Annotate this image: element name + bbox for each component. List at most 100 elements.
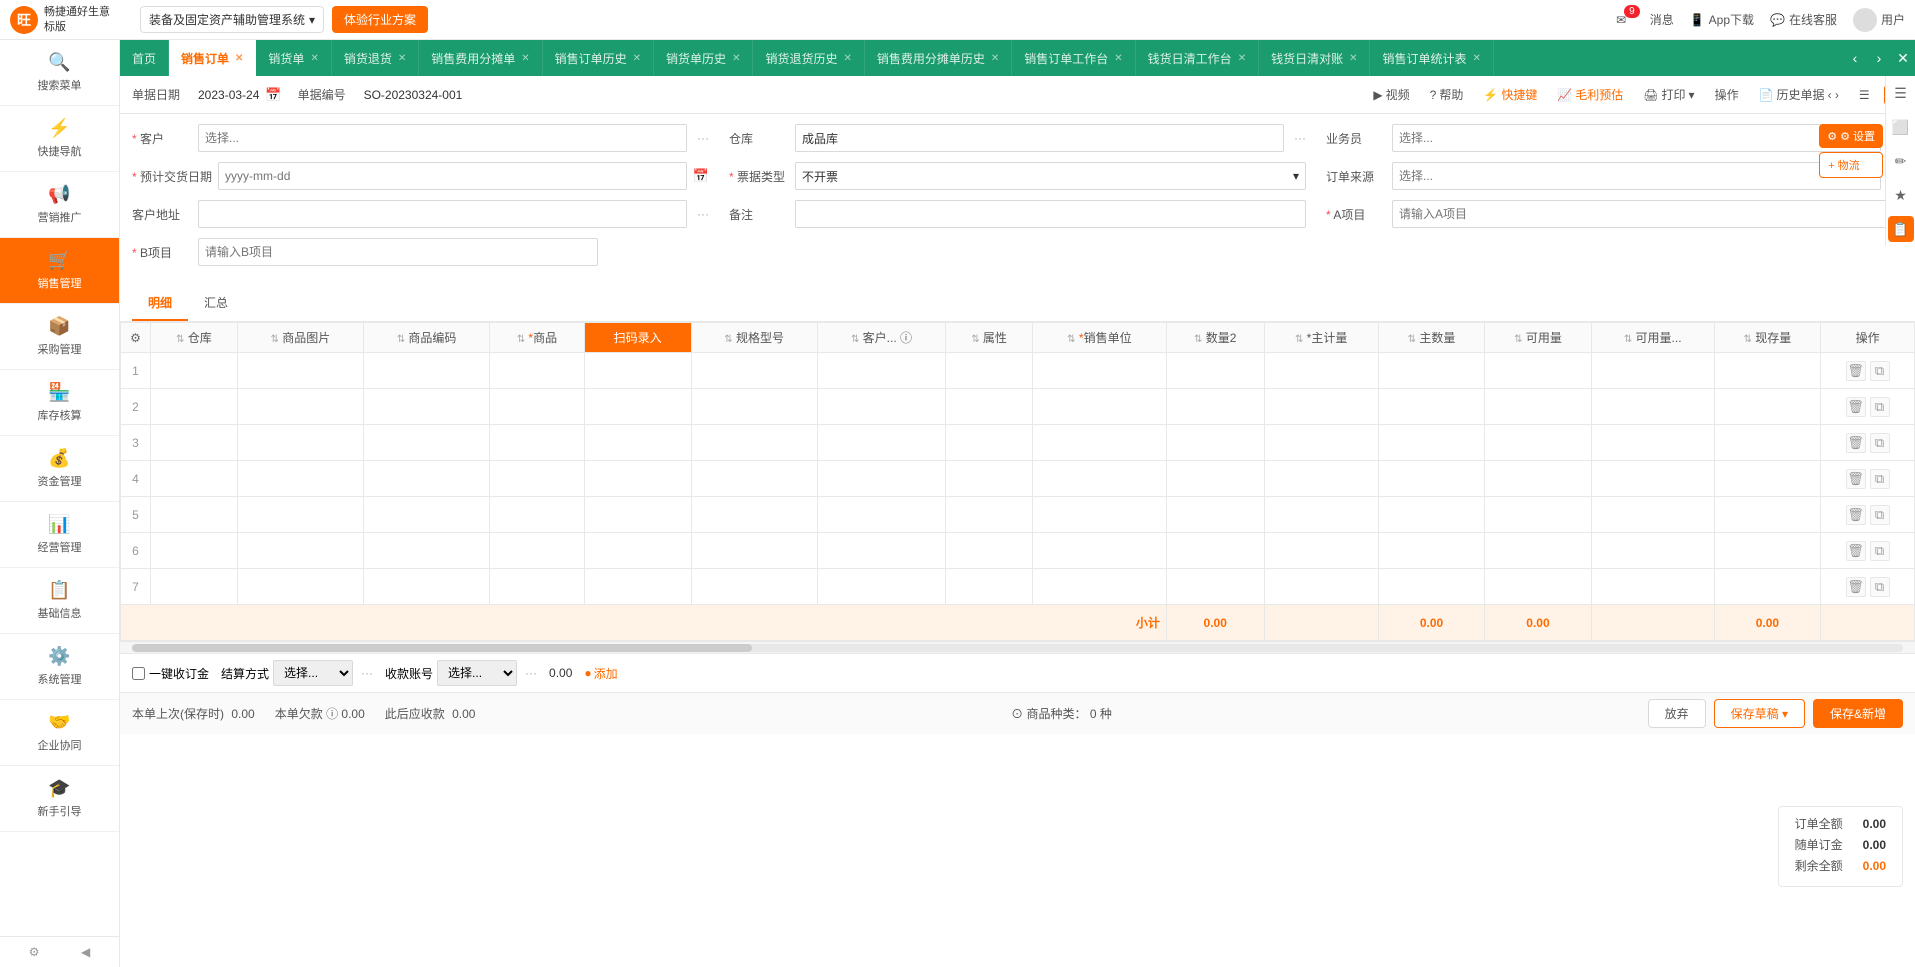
tab-order-stats[interactable]: 销售订单统计表 ✕ [1370, 40, 1493, 76]
table-cell[interactable] [1714, 533, 1820, 569]
table-cell[interactable] [1378, 461, 1484, 497]
table-cell[interactable] [1264, 425, 1378, 461]
sort-icon[interactable]: ⇅ [176, 334, 184, 345]
sidebar-collapse-icon[interactable]: ◀ [81, 945, 90, 959]
sidebar-item-purchase[interactable]: 📦 采购管理 [0, 304, 119, 370]
table-cell[interactable] [151, 353, 238, 389]
table-cell[interactable] [1264, 389, 1378, 425]
right-panel-btn-3[interactable]: ✏ [1888, 148, 1914, 174]
table-cell[interactable] [490, 353, 584, 389]
sidebar-item-enterprise[interactable]: 🤝 企业协同 [0, 700, 119, 766]
warehouse-select[interactable]: 成品库 [795, 124, 1284, 152]
table-cell[interactable] [1166, 569, 1264, 605]
table-cell[interactable] [691, 461, 817, 497]
add-goods-btn[interactable]: + 物流 [1819, 152, 1883, 178]
delete-row-btn[interactable]: 🗑 [1846, 577, 1866, 597]
table-cell[interactable] [691, 353, 817, 389]
table-cell[interactable] [1166, 353, 1264, 389]
delivery-date-input[interactable] [218, 162, 687, 190]
table-cell[interactable] [490, 569, 584, 605]
table-cell[interactable] [363, 569, 489, 605]
delete-row-btn[interactable]: 🗑 [1846, 433, 1866, 453]
draft-btn[interactable]: 保存草稿 ▾ [1714, 699, 1805, 728]
table-cell[interactable] [1591, 461, 1714, 497]
table-cell[interactable] [691, 497, 817, 533]
table-cell[interactable] [584, 425, 691, 461]
table-cell[interactable] [946, 389, 1033, 425]
ticket-type-select[interactable]: 不开票 ▾ [795, 162, 1306, 190]
table-cell[interactable] [1032, 389, 1166, 425]
table-cell[interactable] [691, 389, 817, 425]
sort-icon[interactable]: ⇅ [1514, 334, 1522, 345]
settings-btn[interactable]: ⚙ ⚙ 设置 [1819, 124, 1883, 148]
table-cell[interactable] [363, 353, 489, 389]
table-cell[interactable] [1378, 497, 1484, 533]
shortcut-btn[interactable]: ⚡ 快捷键 [1477, 84, 1543, 105]
tab-detail[interactable]: 明细 [132, 286, 188, 321]
industry-btn[interactable]: 体验行业方案 [332, 6, 428, 33]
table-cell[interactable] [584, 569, 691, 605]
table-cell[interactable] [1378, 533, 1484, 569]
table-cell[interactable] [946, 497, 1033, 533]
table-cell[interactable] [490, 533, 584, 569]
table-cell[interactable] [1485, 461, 1591, 497]
right-panel-btn-2[interactable]: ⬜ [1888, 114, 1914, 140]
table-cell[interactable] [691, 425, 817, 461]
one-click-checkbox[interactable]: 一键收订金 [132, 665, 209, 682]
nav-expand-arrow[interactable]: ✕ [1891, 40, 1915, 76]
sidebar-settings-icon[interactable]: ⚙ [29, 945, 40, 959]
tab-close-icon[interactable]: ✕ [1473, 53, 1481, 64]
staff-input[interactable] [1392, 124, 1881, 152]
sidebar-item-basic[interactable]: 📋 基础信息 [0, 568, 119, 634]
copy-row-btn[interactable]: ⧉ [1870, 433, 1890, 453]
table-cell[interactable] [691, 533, 817, 569]
sidebar-item-marketing[interactable]: 📢 营销推广 [0, 172, 119, 238]
table-cell[interactable] [1714, 497, 1820, 533]
col-gear[interactable]: ⚙ [121, 323, 151, 353]
sidebar-item-system[interactable]: ⚙️ 系统管理 [0, 634, 119, 700]
table-cell[interactable] [1591, 497, 1714, 533]
tab-expense-split[interactable]: 销售费用分摊单 ✕ [419, 40, 542, 76]
table-cell[interactable] [584, 461, 691, 497]
sort-icon[interactable]: ⇅ [517, 334, 525, 345]
view-btn[interactable]: ▶ 视频 [1367, 84, 1415, 105]
sidebar-item-sales[interactable]: 🛒 销售管理 [0, 238, 119, 304]
table-cell[interactable] [946, 533, 1033, 569]
table-cell[interactable] [1714, 461, 1820, 497]
delivery-calendar-icon[interactable]: 📅 [693, 168, 709, 184]
remarks-input[interactable] [795, 200, 1306, 228]
message-btn[interactable]: ✉ 9 消息 [1616, 11, 1674, 28]
table-cell[interactable] [946, 461, 1033, 497]
right-panel-btn-4[interactable]: ★ [1888, 182, 1914, 208]
bank-account-select[interactable]: 选择... [437, 660, 517, 686]
tab-order-workspace[interactable]: 销售订单工作台 ✕ [1012, 40, 1135, 76]
table-cell[interactable] [151, 461, 238, 497]
table-cell[interactable] [151, 533, 238, 569]
tab-close-icon[interactable]: ✕ [235, 53, 243, 64]
table-cell[interactable] [946, 569, 1033, 605]
sidebar-item-finance[interactable]: 💰 资金管理 [0, 436, 119, 502]
tab-close-icon[interactable]: ✕ [310, 53, 318, 64]
table-cell[interactable] [1032, 461, 1166, 497]
table-cell[interactable] [237, 461, 363, 497]
table-cell[interactable] [1485, 425, 1591, 461]
table-cell[interactable] [1714, 389, 1820, 425]
table-cell[interactable] [1591, 533, 1714, 569]
table-cell[interactable] [1032, 353, 1166, 389]
nav-next-arrow[interactable]: › [1867, 40, 1891, 76]
tab-summary[interactable]: 汇总 [188, 286, 244, 321]
table-cell[interactable] [237, 533, 363, 569]
delete-row-btn[interactable]: 🗑 [1846, 361, 1866, 381]
sort-icon[interactable]: ⇅ [1744, 334, 1752, 345]
table-cell[interactable] [817, 569, 945, 605]
table-cell[interactable] [946, 425, 1033, 461]
table-cell[interactable] [1032, 533, 1166, 569]
table-cell[interactable] [1485, 569, 1591, 605]
sort-icon[interactable]: ⇅ [1624, 334, 1632, 345]
table-cell[interactable] [817, 461, 945, 497]
table-cell[interactable] [817, 425, 945, 461]
user-btn[interactable]: 用户 [1853, 8, 1905, 32]
table-cell[interactable] [237, 425, 363, 461]
delete-row-btn[interactable]: 🗑 [1846, 397, 1866, 417]
table-cell[interactable] [151, 497, 238, 533]
